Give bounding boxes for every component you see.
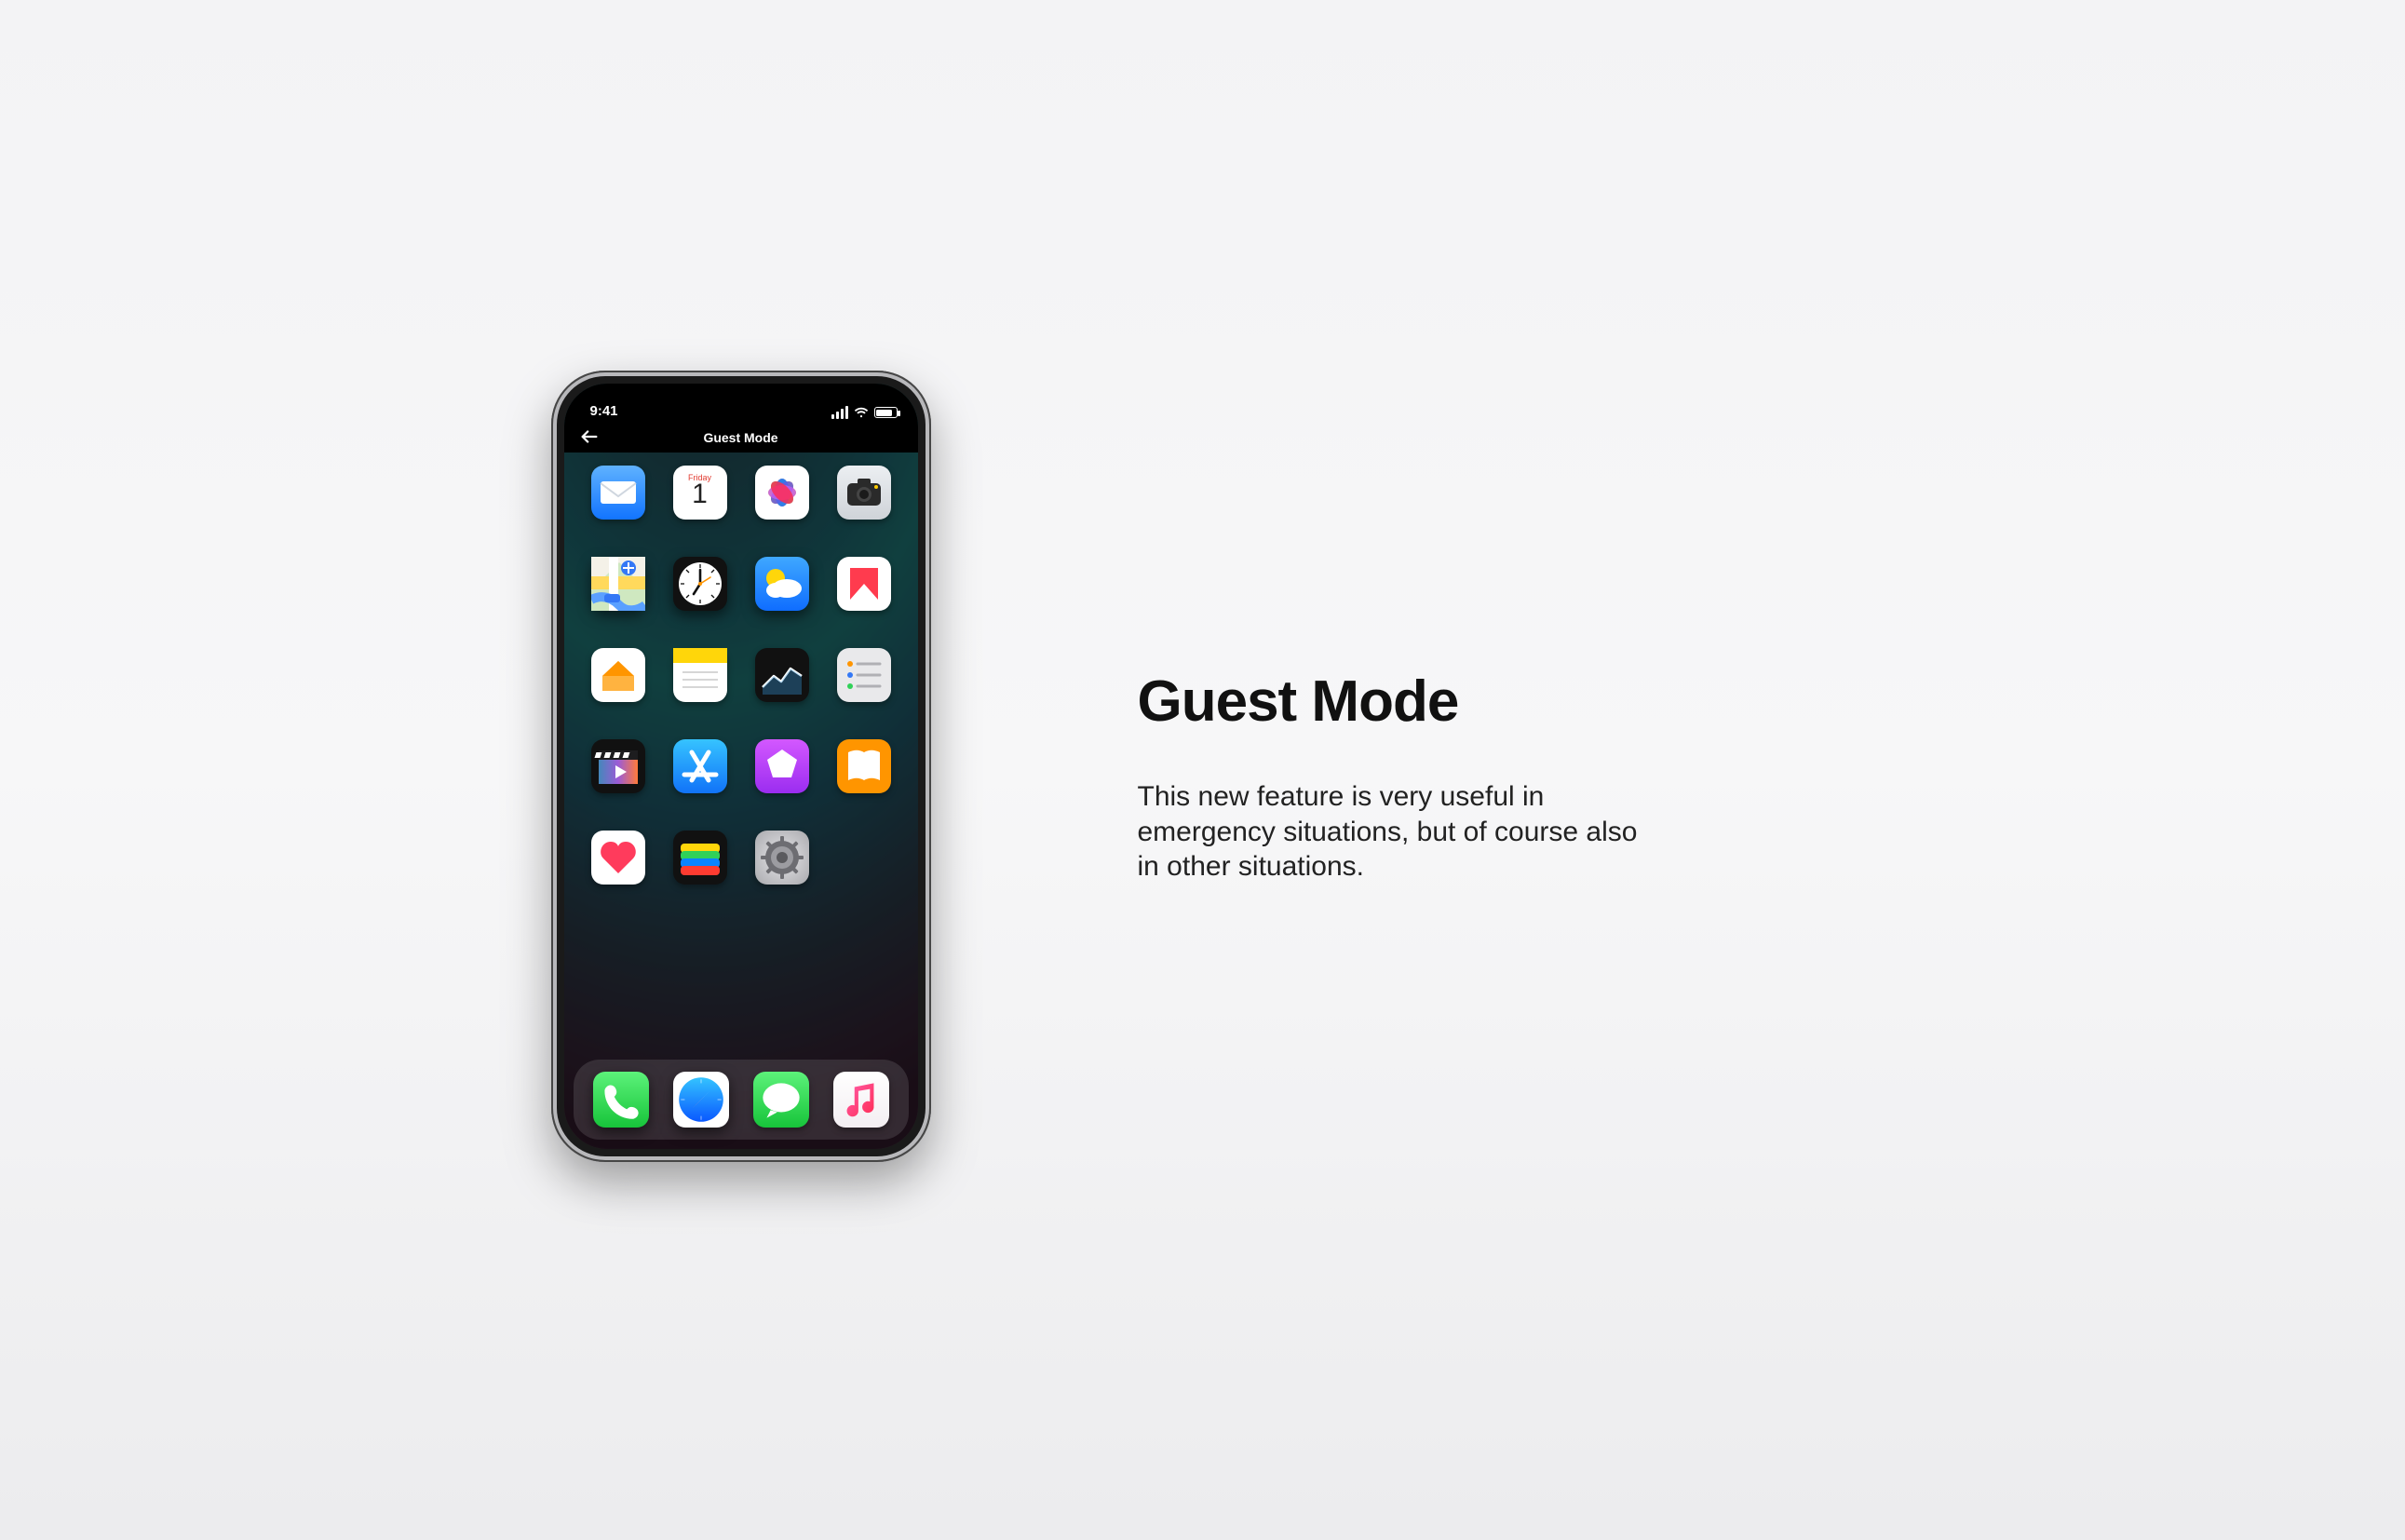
guest-header-title: Guest Mode (703, 430, 777, 445)
guest-header: Guest Mode (564, 423, 918, 453)
app-phone[interactable] (593, 1072, 649, 1128)
app-clock[interactable] (673, 557, 727, 611)
status-time: 9:41 (590, 403, 618, 419)
feature-heading: Guest Mode (1138, 669, 1659, 735)
calendar-date: 1 (692, 480, 708, 508)
app-safari[interactable] (673, 1072, 729, 1128)
app-health[interactable] (591, 831, 645, 885)
app-itunes[interactable] (755, 739, 809, 793)
feature-text: Guest Mode This new feature is very usef… (1138, 669, 1659, 885)
iphone-frame: 9:41 Guest Mode (551, 371, 931, 1162)
battery-icon (874, 407, 898, 418)
app-appstore[interactable] (673, 739, 727, 793)
app-camera[interactable] (837, 466, 891, 520)
app-clips[interactable] (591, 739, 645, 793)
wifi-icon (854, 407, 869, 418)
app-weather[interactable] (755, 557, 809, 611)
app-reminders[interactable] (837, 648, 891, 702)
app-mail[interactable] (591, 466, 645, 520)
back-icon[interactable] (579, 426, 600, 450)
dock (574, 1060, 909, 1140)
app-home[interactable] (591, 648, 645, 702)
status-bar: 9:41 (564, 384, 918, 423)
feature-description: This new feature is very useful in emerg… (1138, 779, 1659, 885)
app-wallet[interactable] (673, 831, 727, 885)
app-grid: Friday 1 (564, 453, 918, 1060)
app-books[interactable] (837, 739, 891, 793)
app-photos[interactable] (755, 466, 809, 520)
app-calendar[interactable]: Friday 1 (673, 466, 727, 520)
app-messages[interactable] (753, 1072, 809, 1128)
cellular-icon (831, 406, 848, 419)
iphone-screen: 9:41 Guest Mode (564, 384, 918, 1149)
app-news[interactable] (837, 557, 891, 611)
app-notes[interactable] (673, 648, 727, 702)
app-music[interactable] (833, 1072, 889, 1128)
app-settings[interactable] (755, 831, 809, 885)
app-stocks[interactable] (755, 648, 809, 702)
app-maps[interactable] (591, 557, 645, 611)
